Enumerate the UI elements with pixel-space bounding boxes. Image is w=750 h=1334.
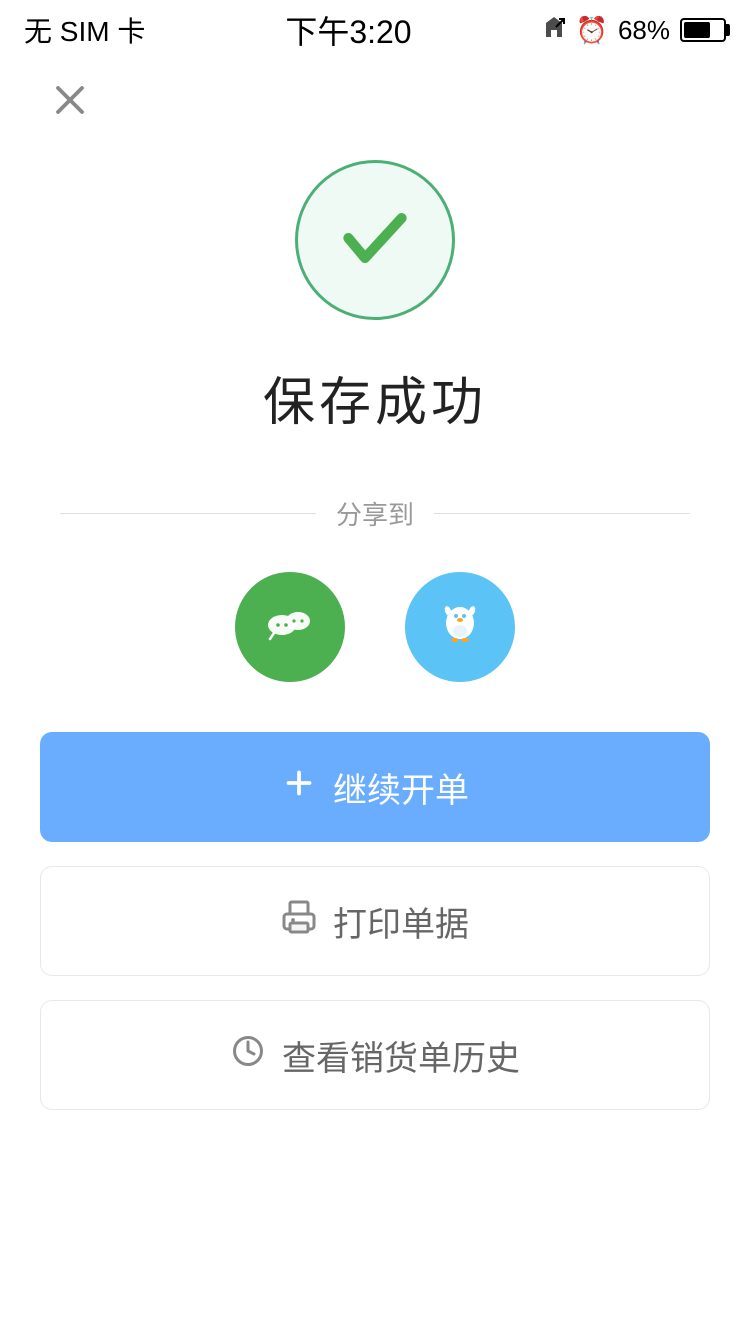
continue-label: 继续开单 [333,763,469,812]
share-icons [235,572,515,682]
history-button[interactable]: 查看销货单历史 [40,1000,710,1110]
location-icon [542,15,566,46]
status-bar: 无 SIM 卡 下午3:20 ⏰ 68% [0,0,750,60]
alarm-icon: ⏰ [576,15,608,46]
time-display: 下午3:20 [285,7,411,53]
clock-icon [230,1033,266,1078]
success-title: 保存成功 [263,360,487,435]
close-button[interactable] [40,70,100,130]
divider-left [60,513,316,514]
plus-icon [281,765,317,810]
battery-icon [680,18,726,42]
status-right: ⏰ 68% [542,15,726,46]
share-label: 分享到 [336,495,414,532]
checkmark-icon [335,198,415,283]
continue-button[interactable]: 继续开单 [40,732,710,842]
print-button[interactable]: 打印单据 [40,866,710,976]
main-content: 保存成功 分享到 [0,60,750,1110]
actions-container: 继续开单 打印单据 查看销货单历史 [0,732,750,1110]
battery-percentage: 68% [618,15,670,46]
carrier-text: 无 SIM 卡 [24,10,145,50]
success-circle [295,160,455,320]
divider-right [434,513,690,514]
status-left: 无 SIM 卡 [24,10,155,50]
wechat-share-button[interactable] [235,572,345,682]
printer-icon [281,899,317,944]
qq-share-button[interactable] [405,572,515,682]
share-section: 分享到 [0,495,750,682]
share-divider: 分享到 [0,495,750,532]
print-label: 打印单据 [333,897,469,946]
history-label: 查看销货单历史 [282,1031,520,1080]
